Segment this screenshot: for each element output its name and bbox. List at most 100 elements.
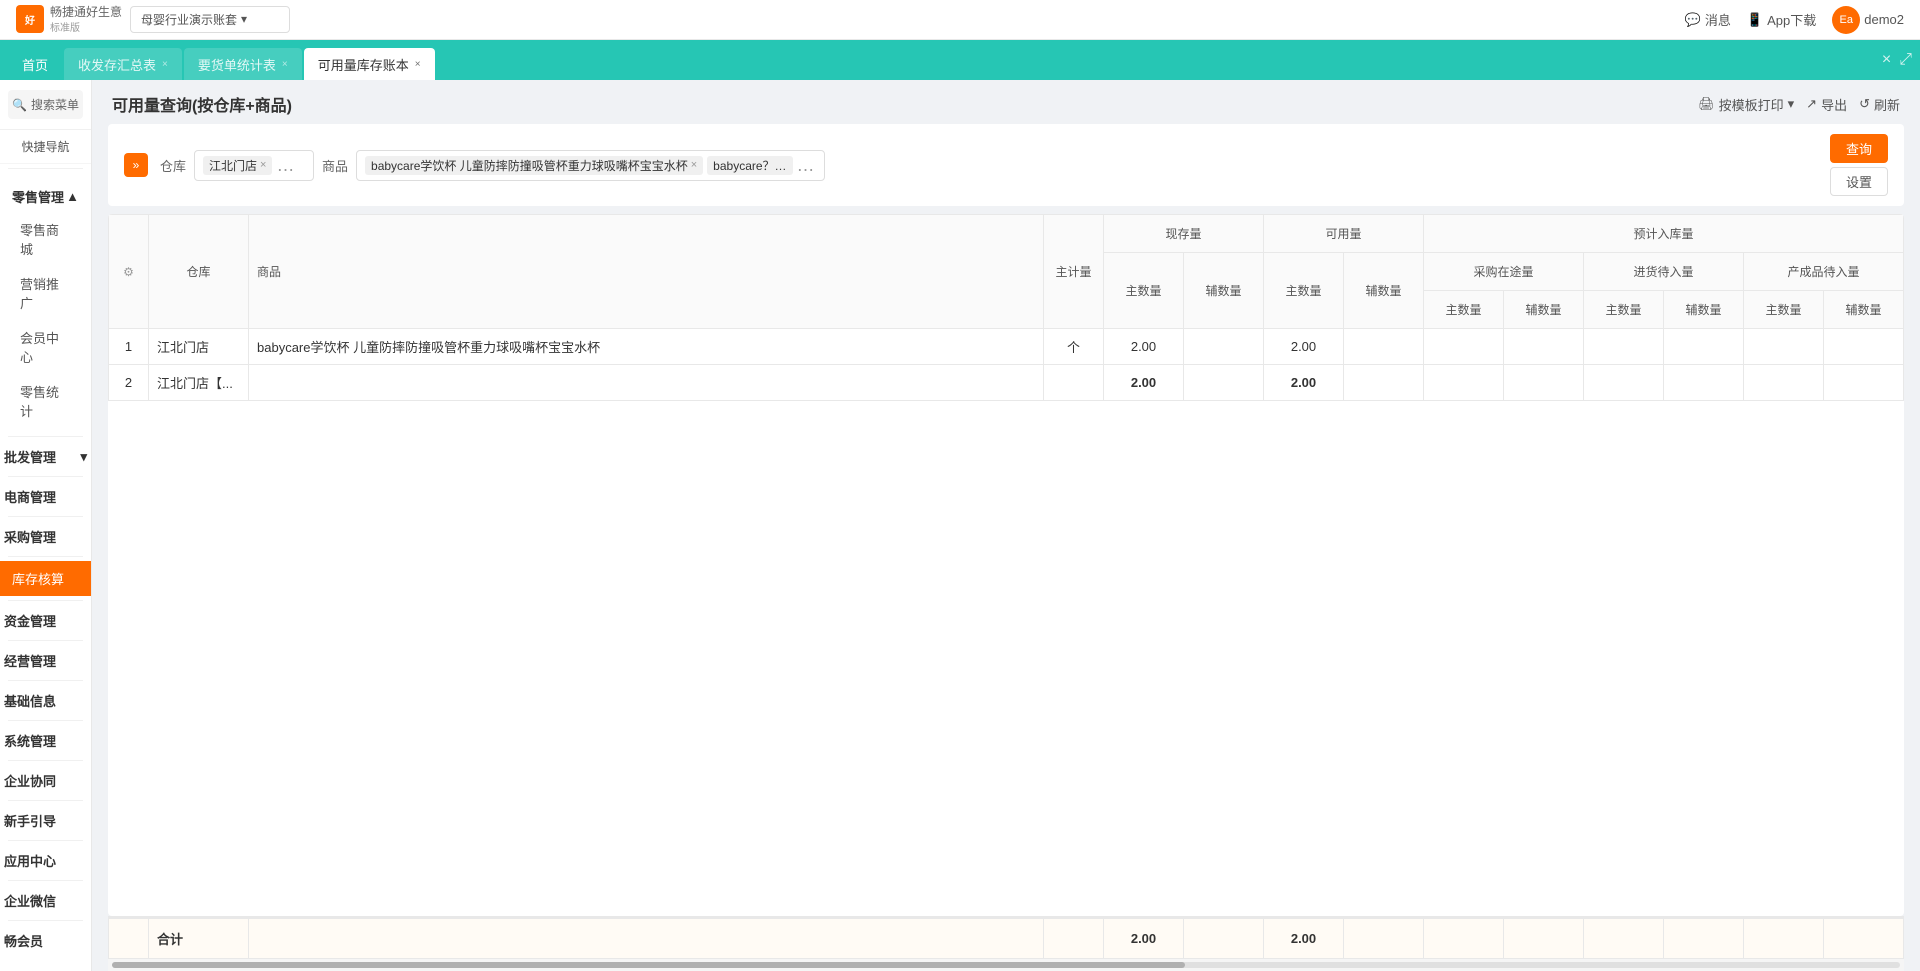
row1-product: babycare学饮杯 儿童防摔防撞吸管杯重力球吸嘴杯宝宝水杯 (249, 329, 1044, 365)
wholesale-chevron-icon: ▾ (80, 449, 87, 465)
warehouse-more-icon[interactable]: … (276, 155, 295, 176)
row1-ip-main (1584, 329, 1664, 365)
sidebar-item-member-center[interactable]: 会员中心 (8, 320, 83, 374)
app-download-button[interactable]: 📱 App下载 (1747, 10, 1816, 29)
th-ip-main: 主数量 (1584, 291, 1664, 329)
tenant-selector[interactable]: 母婴行业演示账套 ▾ (130, 6, 290, 33)
product-tag-1-close[interactable]: × (691, 159, 697, 171)
sidebar-divider-6 (8, 600, 83, 601)
product-more-icon[interactable]: … (797, 155, 816, 176)
tenant-name: 母婴行业演示账套 (141, 11, 237, 28)
th-pp-main: 主数量 (1744, 291, 1824, 329)
logo-text-area: 畅捷通好生意 标准版 (50, 5, 122, 34)
summary-table: 合计 2.00 2.00 (108, 918, 1904, 959)
export-button[interactable]: ↗ 导出 (1806, 95, 1847, 114)
sidebar-enterprise-header[interactable]: 企业协同 (0, 765, 91, 796)
sidebar-enterprise-wechat-header[interactable]: 企业微信 (0, 885, 91, 916)
sidebar-purchase-header[interactable]: 采购管理 (0, 521, 91, 552)
row1-available-main: 2.00 (1264, 329, 1344, 365)
sidebar-item-marketing[interactable]: 营销推广 (8, 266, 83, 320)
th-warehouse: 仓库 (149, 215, 249, 329)
sidebar-operations-header[interactable]: 经营管理 (0, 645, 91, 676)
warehouse-filter-input[interactable]: 江北门店 × … (194, 150, 314, 181)
close-all-tabs-button[interactable]: × (1882, 51, 1891, 69)
sidebar-item-retail-stats[interactable]: 零售统计 (8, 374, 83, 428)
sidebar-divider-7 (8, 640, 83, 641)
warehouse-tag-close[interactable]: × (260, 159, 266, 171)
th-pt-main: 主数量 (1424, 291, 1504, 329)
tenant-chevron-icon: ▾ (241, 12, 247, 26)
settings-button[interactable]: 设置 (1830, 167, 1888, 196)
message-icon: 💬 (1685, 12, 1701, 28)
tab-receive-send-close[interactable]: × (162, 59, 168, 70)
sidebar-system-header[interactable]: 系统管理 (0, 725, 91, 756)
summary-pt-aux (1504, 919, 1584, 959)
tab-available-stock-close[interactable]: × (415, 59, 421, 70)
logo-area: 好 畅捷通好生意 标准版 (16, 5, 122, 34)
th-production-pending: 产成品待入量 (1744, 253, 1904, 291)
print-chevron-icon: ▾ (1788, 96, 1795, 112)
summary-empty-1 (109, 919, 149, 959)
user-avatar-area[interactable]: Ea demo2 (1832, 6, 1904, 34)
th-current-stock: 现存量 (1104, 215, 1264, 253)
tab-home-label: 首页 (22, 55, 48, 74)
row2-ip-aux (1664, 365, 1744, 401)
sidebar-member-header[interactable]: 畅会员 (0, 925, 91, 956)
sidebar-ecommerce-header[interactable]: 电商管理 (0, 481, 91, 512)
sidebar-new-guide-header[interactable]: 新手引导 (0, 805, 91, 836)
tab-order-stats[interactable]: 要货单统计表 × (184, 48, 302, 80)
sidebar-item-inventory[interactable]: 库存核算 (0, 561, 91, 596)
summary-pp-main (1744, 919, 1824, 959)
query-button[interactable]: 查询 (1830, 134, 1888, 163)
table-body: 1 江北门店 babycare学饮杯 儿童防摔防撞吸管杯重力球吸嘴杯宝宝水杯 个… (109, 329, 1904, 401)
sidebar-divider-3 (8, 476, 83, 477)
tab-order-stats-close[interactable]: × (282, 59, 288, 70)
sidebar-basic-info-header[interactable]: 基础信息 (0, 685, 91, 716)
row2-seq: 2 (109, 365, 149, 401)
message-button[interactable]: 💬 消息 (1685, 10, 1731, 29)
print-button[interactable]: 🖨 按模板打印 ▾ (1698, 95, 1794, 114)
th-available: 可用量 (1264, 215, 1424, 253)
row1-current-main: 2.00 (1104, 329, 1184, 365)
row1-available-aux (1344, 329, 1424, 365)
scroll-track[interactable] (112, 962, 1900, 968)
sidebar-item-retail-mall[interactable]: 零售商城 (8, 212, 83, 266)
row2-pp-main (1744, 365, 1824, 401)
tab-available-stock[interactable]: 可用量库存账本 × (304, 48, 435, 80)
th-gear[interactable]: ⚙ (109, 215, 149, 329)
summary-available-aux (1344, 919, 1424, 959)
page-actions: 🖨 按模板打印 ▾ ↗ 导出 ↺ 刷新 (1698, 95, 1900, 114)
sidebar-wholesale-header[interactable]: 批发管理 ▾ (0, 441, 91, 472)
summary-empty-3 (1044, 919, 1104, 959)
tab-home[interactable]: 首页 (8, 48, 62, 80)
message-label: 消息 (1705, 10, 1731, 29)
maximize-button[interactable]: ⤢ (1899, 51, 1912, 69)
tab-receive-send[interactable]: 收发存汇总表 × (64, 48, 182, 80)
sidebar-divider-8 (8, 680, 83, 681)
sidebar-item-quick-nav[interactable]: 快捷导航 (0, 130, 91, 164)
summary-available-main: 2.00 (1264, 919, 1344, 959)
data-table: ⚙ 仓库 商品 主计量 现存量 可用量 预计入库量 主数量 辅数量 主数量 辅数… (108, 214, 1904, 401)
product-tag-2: babycare？… (707, 156, 792, 175)
sidebar-finance-header[interactable]: 资金管理 (0, 605, 91, 636)
sidebar-search-button[interactable]: 🔍 搜索菜单 (8, 90, 83, 119)
sidebar-divider-2 (8, 436, 83, 437)
tab-bar: 首页 收发存汇总表 × 要货单统计表 × 可用量库存账本 × × ⤢ (0, 40, 1920, 80)
export-label: 导出 (1821, 95, 1847, 114)
sidebar-app-center-header[interactable]: 应用中心 (0, 845, 91, 876)
refresh-label: 刷新 (1874, 95, 1900, 114)
refresh-button[interactable]: ↺ 刷新 (1859, 95, 1900, 114)
scroll-thumb[interactable] (112, 962, 1185, 968)
th-current-main-qty: 主数量 (1104, 253, 1184, 329)
sidebar-retail-header[interactable]: 零售管理 ▲ (8, 181, 83, 212)
sidebar-divider-13 (8, 880, 83, 881)
search-icon: 🔍 (12, 98, 27, 112)
sidebar: 🔍 搜索菜单 快捷导航 零售管理 ▲ 零售商城 营销推广 会员中心 零售统计 (0, 80, 92, 971)
row2-pt-aux (1504, 365, 1584, 401)
gear-icon[interactable]: ⚙ (123, 265, 134, 279)
product-filter-input[interactable]: babycare学饮杯 儿童防摔防撞吸管杯重力球吸嘴杯宝宝水杯 × babyca… (356, 150, 825, 181)
th-pp-aux: 辅数量 (1824, 291, 1904, 329)
filter-group: 仓库 江北门店 × … 商品 babycare学饮杯 儿童防摔防撞吸管杯重力球吸… (160, 150, 1818, 181)
tab-receive-send-label: 收发存汇总表 (78, 55, 156, 74)
filter-expand-button[interactable]: » (124, 153, 148, 177)
